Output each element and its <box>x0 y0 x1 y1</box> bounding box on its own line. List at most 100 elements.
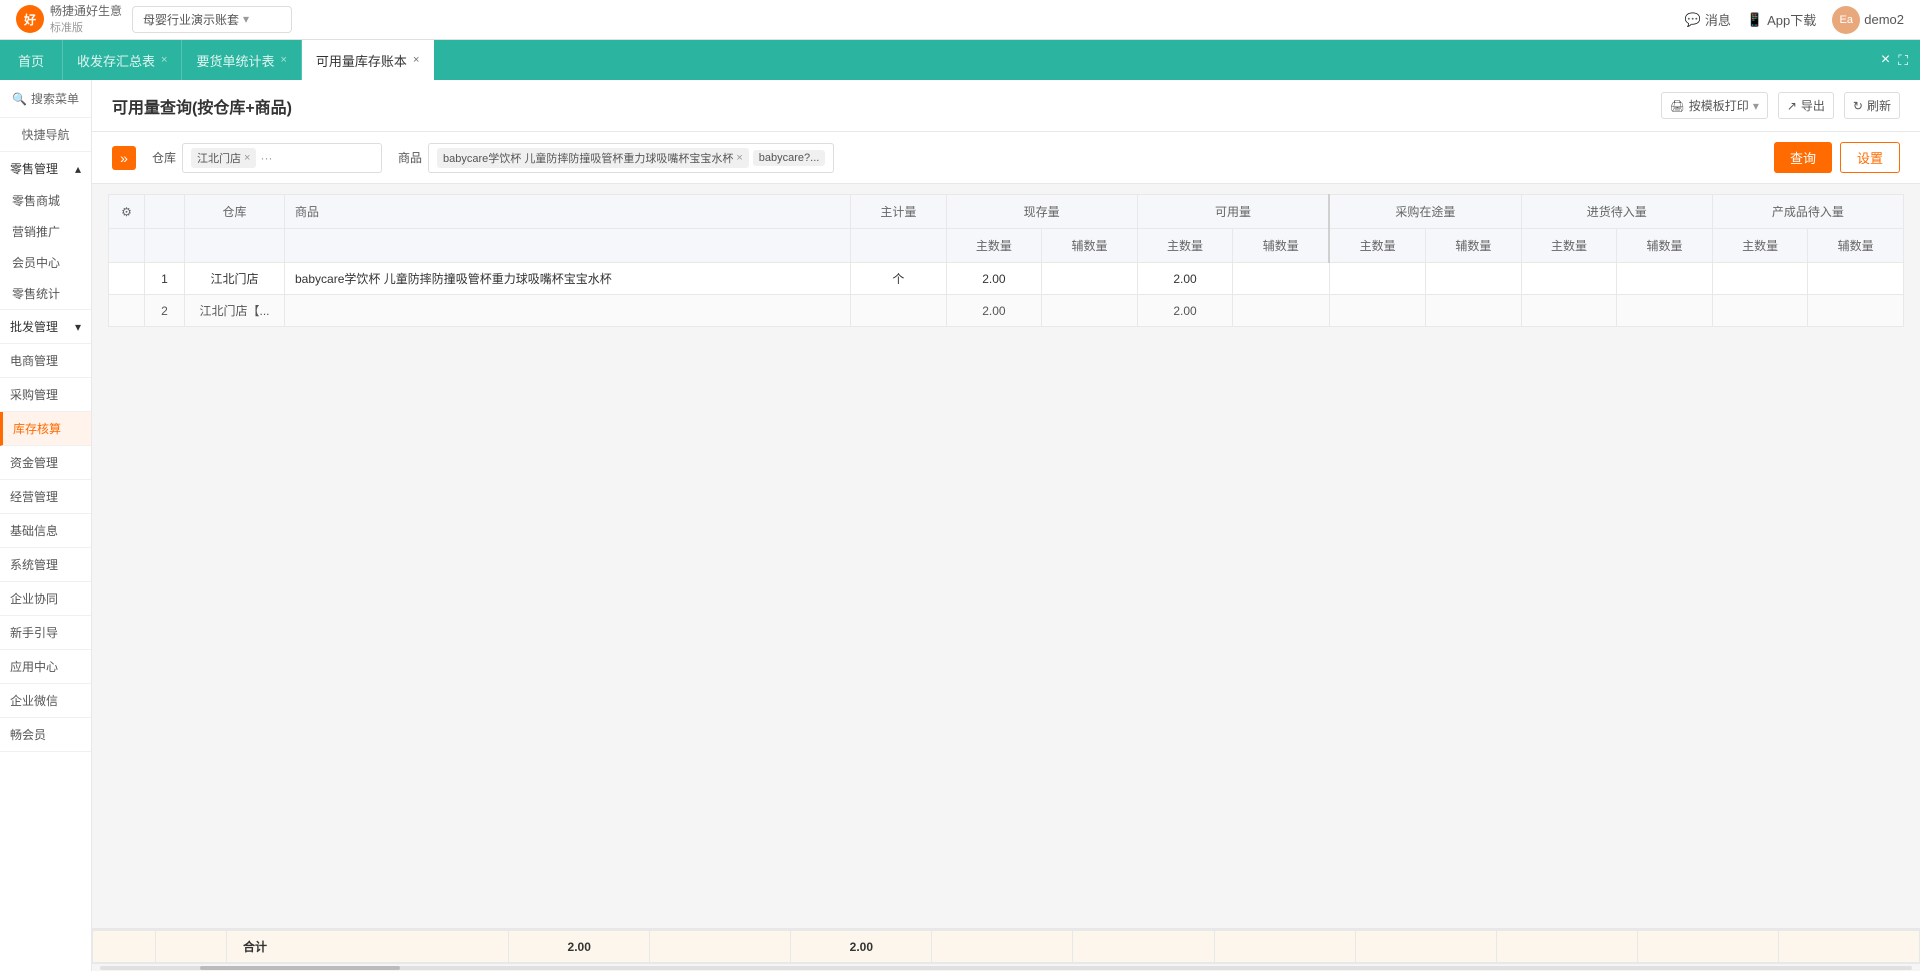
footer-no <box>156 931 227 963</box>
inventory-table: ⚙ 仓库 商品 主计量 现存量 可用量 采购在途量 进货待入量 产成品待入量 <box>108 194 1904 327</box>
sidebar-item-newguide[interactable]: 新手引导 <box>0 616 91 650</box>
app-download-label: App下载 <box>1767 10 1816 29</box>
page-actions: 🖨 按模板打印 ▾ ↗ 导出 ↻ 刷新 <box>1661 92 1900 119</box>
print-icon: 🖨 <box>1670 99 1685 113</box>
setting-btn[interactable]: 设置 <box>1840 142 1900 173</box>
tab-receipt-summary-label: 收发存汇总表 <box>77 51 155 70</box>
td-stock-aux-1 <box>1042 263 1138 295</box>
tab-order-stats[interactable]: 要货单统计表 × <box>182 40 301 80</box>
tab-receipt-summary-close[interactable]: × <box>161 54 167 66</box>
user-profile[interactable]: Ea demo2 <box>1832 6 1904 34</box>
table-container: ⚙ 仓库 商品 主计量 现存量 可用量 采购在途量 进货待入量 产成品待入量 <box>92 184 1920 928</box>
sidebar-item-operation[interactable]: 经营管理 <box>0 480 91 514</box>
sidebar-search: 🔍 搜索菜单 <box>0 80 91 118</box>
filter-warehouse-label: 仓库 <box>152 149 176 166</box>
filter-product-tag-1-remove[interactable]: × <box>736 152 742 164</box>
horizontal-scrollbar[interactable] <box>92 963 1920 971</box>
sidebar: 🔍 搜索菜单 快捷导航 零售管理 ▴ 零售商城 营销推广 会员中心 零售统计 批… <box>0 80 92 971</box>
sidebar-item-wechat[interactable]: 企业微信 <box>0 684 91 718</box>
refresh-btn[interactable]: ↻ 刷新 <box>1844 92 1900 119</box>
filter-product-tag-2-text: babycare?... <box>759 152 820 164</box>
td-warehouse-2: 江北门店【... <box>185 295 285 327</box>
filter-product-tag-2: babycare?... <box>753 150 826 166</box>
message-btn[interactable]: 💬 消息 <box>1685 10 1731 29</box>
expand-icon[interactable]: ⛶ <box>1898 52 1908 69</box>
th-available: 可用量 <box>1137 195 1329 229</box>
sidebar-item-purchase[interactable]: 采购管理 <box>0 378 91 412</box>
sidebar-item-member-center[interactable]: 会员中心 <box>0 247 91 278</box>
td-prod-main-2 <box>1712 295 1808 327</box>
sidebar-item-basic[interactable]: 基础信息 <box>0 514 91 548</box>
tab-bar-actions: × ⛶ <box>1869 40 1920 80</box>
gear-icon[interactable]: ⚙ <box>121 205 132 219</box>
footer-gear <box>93 931 156 963</box>
filter-expand-btn[interactable]: » <box>112 146 136 170</box>
close-all-icon[interactable]: × <box>1881 51 1890 69</box>
td-in-main-1 <box>1521 263 1617 295</box>
footer-stock-aux <box>650 931 791 963</box>
th-warehouse: 仓库 <box>185 195 285 229</box>
tab-receipt-summary[interactable]: 收发存汇总表 × <box>63 40 182 80</box>
scrollbar-thumb[interactable] <box>200 966 400 970</box>
sidebar-item-retail-mall[interactable]: 零售商城 <box>0 185 91 216</box>
template-tag: 标准版 <box>50 19 122 35</box>
sidebar-item-finance[interactable]: 资金管理 <box>0 446 91 480</box>
expand-arrow-icon: » <box>120 150 128 166</box>
td-in-aux-1 <box>1617 263 1713 295</box>
th-stock-main-qty: 主数量 <box>946 229 1042 263</box>
th-in-main-qty: 主数量 <box>1521 229 1617 263</box>
avatar-text: Ea <box>1840 14 1853 26</box>
footer-avail-aux <box>932 931 1073 963</box>
sidebar-item-retail-stats[interactable]: 零售统计 <box>0 278 91 309</box>
th-sub-warehouse <box>185 229 285 263</box>
filter-action-btns: 查询 设置 <box>1774 142 1900 173</box>
td-pur-aux-1 <box>1426 263 1522 295</box>
industry-select-label: 母婴行业演示账套 <box>143 11 239 28</box>
sidebar-item-member[interactable]: 畅会员 <box>0 718 91 752</box>
th-current-stock: 现存量 <box>946 195 1137 229</box>
th-sub-gear <box>109 229 145 263</box>
footer-in-main <box>1355 931 1496 963</box>
sidebar-item-ecommerce[interactable]: 电商管理 <box>0 344 91 378</box>
top-bar: 好 畅捷通好生意 标准版 母婴行业演示账套 ▾ 💬 消息 📱 App下载 Ea … <box>0 0 1920 40</box>
sidebar-item-inventory[interactable]: 库存核算 <box>0 412 91 446</box>
top-bar-left: 好 畅捷通好生意 标准版 母婴行业演示账套 ▾ <box>16 4 292 34</box>
chevron-down-print-icon: ▾ <box>1753 99 1759 113</box>
th-prod-aux-qty: 辅数量 <box>1808 229 1904 263</box>
logo-text: 畅捷通好生意 <box>50 4 122 18</box>
tab-available-inventory-label: 可用量库存账本 <box>316 51 407 70</box>
sidebar-group-retail-header[interactable]: 零售管理 ▴ <box>0 152 91 185</box>
footer-label: 合计 <box>227 931 509 963</box>
export-btn[interactable]: ↗ 导出 <box>1778 92 1834 119</box>
sidebar-item-marketing[interactable]: 营销推广 <box>0 216 91 247</box>
filter-warehouse-ellipsis[interactable]: ··· <box>260 151 272 165</box>
tab-order-stats-close[interactable]: × <box>280 54 286 66</box>
sidebar-group-wholesale-header[interactable]: 批发管理 ▾ <box>0 310 91 343</box>
tab-available-inventory-close[interactable]: × <box>413 54 419 66</box>
td-no-1: 1 <box>145 263 185 295</box>
td-stock-main-1: 2.00 <box>946 263 1042 295</box>
filter-product-input[interactable]: babycare学饮杯 儿童防摔防撞吸管杯重力球吸嘴杯宝宝水杯 × babyca… <box>428 143 834 173</box>
sidebar-item-system[interactable]: 系统管理 <box>0 548 91 582</box>
tab-available-inventory[interactable]: 可用量库存账本 × <box>302 40 434 80</box>
td-product-2 <box>285 295 851 327</box>
td-avail-aux-1 <box>1233 263 1329 295</box>
sidebar-search-btn[interactable]: 🔍 搜索菜单 <box>8 90 83 107</box>
filter-bar: » 仓库 江北门店 × ··· 商品 babycare学饮杯 儿童防摔防撞吸管杯… <box>92 132 1920 184</box>
td-no-2: 2 <box>145 295 185 327</box>
sidebar-group-retail: 零售管理 ▴ 零售商城 营销推广 会员中心 零售统计 <box>0 152 91 310</box>
main-layout: 🔍 搜索菜单 快捷导航 零售管理 ▴ 零售商城 营销推广 会员中心 零售统计 批… <box>0 80 1920 971</box>
tab-home[interactable]: 首页 <box>0 40 63 80</box>
filter-warehouse-remove-icon[interactable]: × <box>244 152 250 164</box>
sidebar-quick-nav[interactable]: 快捷导航 <box>0 118 91 152</box>
filter-warehouse-input[interactable]: 江北门店 × ··· <box>182 143 382 173</box>
sidebar-item-appcenter[interactable]: 应用中心 <box>0 650 91 684</box>
template-print-btn[interactable]: 🖨 按模板打印 ▾ <box>1661 92 1768 119</box>
sidebar-item-enterprise[interactable]: 企业协同 <box>0 582 91 616</box>
app-download-btn[interactable]: 📱 App下载 <box>1747 10 1816 29</box>
td-unit-1: 个 <box>851 263 947 295</box>
sidebar-quick-nav-label: 快捷导航 <box>21 126 69 143</box>
query-btn[interactable]: 查询 <box>1774 142 1832 173</box>
th-incoming: 进货待入量 <box>1521 195 1712 229</box>
industry-select[interactable]: 母婴行业演示账套 ▾ <box>132 6 292 33</box>
